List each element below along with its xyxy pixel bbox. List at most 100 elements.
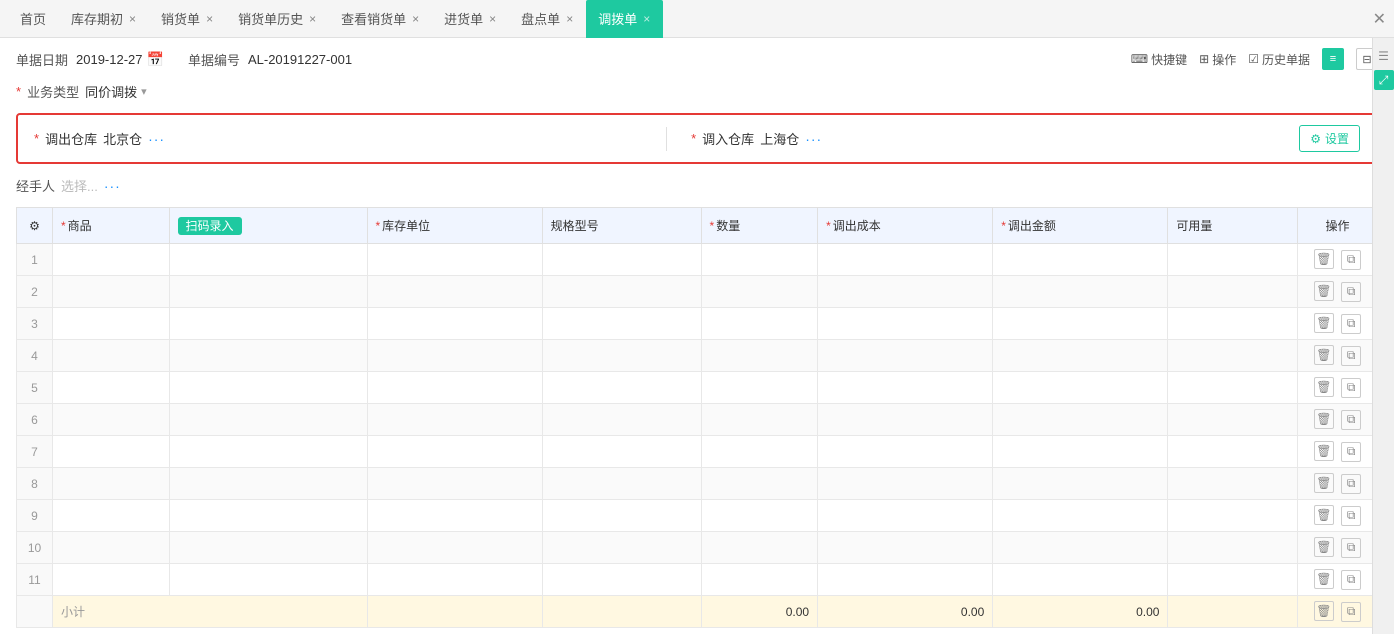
tab-sales-history[interactable]: 销货单历史× — [226, 0, 329, 38]
copy-icon-4[interactable]: ⧉ — [1341, 346, 1361, 366]
cell-unit-10[interactable] — [367, 532, 542, 564]
shortcuts-btn[interactable]: ⌨ 快捷键 — [1131, 51, 1187, 68]
cell-spec-3[interactable] — [542, 308, 701, 340]
cell-cost-8[interactable] — [818, 468, 993, 500]
tab-sales-order[interactable]: 销货单× — [149, 0, 226, 38]
cell-unit-1[interactable] — [367, 244, 542, 276]
cell-amount-11[interactable] — [993, 564, 1168, 596]
cell-qty-1[interactable] — [701, 244, 818, 276]
cell-cost-10[interactable] — [818, 532, 993, 564]
chevron-down-icon[interactable]: ▾ — [141, 85, 147, 98]
delete-icon-11[interactable]: 🗑 — [1314, 569, 1334, 589]
tab-inventory-check[interactable]: 盘点单× — [509, 0, 586, 38]
cell-amount-4[interactable] — [993, 340, 1168, 372]
cell-product-7[interactable] — [53, 436, 170, 468]
cell-spec-8[interactable] — [542, 468, 701, 500]
delete-icon-3[interactable]: 🗑 — [1314, 313, 1334, 333]
history-btn[interactable]: ☑ 历史单据 — [1248, 51, 1310, 68]
scan-button[interactable]: 扫码录入 — [178, 217, 242, 235]
tab-close-purchase-order[interactable]: × — [489, 12, 496, 26]
copy-icon-5[interactable]: ⧉ — [1341, 378, 1361, 398]
warehouse-in-value[interactable]: 上海仓 — [760, 129, 799, 148]
business-type-value[interactable]: 同价调拨 ▾ — [85, 82, 147, 101]
cell-amount-1[interactable] — [993, 244, 1168, 276]
cell-available-7[interactable] — [1168, 436, 1298, 468]
cell-available-11[interactable] — [1168, 564, 1298, 596]
tab-transfer-order[interactable]: 调拨单× — [586, 0, 663, 38]
copy-icon-9[interactable]: ⧉ — [1341, 506, 1361, 526]
cell-cost-5[interactable] — [818, 372, 993, 404]
cell-product-4[interactable] — [53, 340, 170, 372]
cell-cost-9[interactable] — [818, 500, 993, 532]
cell-unit-7[interactable] — [367, 436, 542, 468]
cell-amount-3[interactable] — [993, 308, 1168, 340]
cell-product-9[interactable] — [53, 500, 170, 532]
cell-spec-2[interactable] — [542, 276, 701, 308]
copy-icon-8[interactable]: ⧉ — [1341, 474, 1361, 494]
tab-close-transfer-order[interactable]: × — [643, 12, 650, 26]
tab-close-inventory-check[interactable]: × — [566, 12, 573, 26]
cell-qty-4[interactable] — [701, 340, 818, 372]
cell-cost-1[interactable] — [818, 244, 993, 276]
cell-spec-4[interactable] — [542, 340, 701, 372]
cell-spec-11[interactable] — [542, 564, 701, 596]
warehouse-in-more-btn[interactable]: ··· — [805, 131, 822, 147]
delete-icon-6[interactable]: 🗑 — [1314, 409, 1334, 429]
cell-available-5[interactable] — [1168, 372, 1298, 404]
cell-available-1[interactable] — [1168, 244, 1298, 276]
copy-icon-7[interactable]: ⧉ — [1341, 442, 1361, 462]
cell-qty-6[interactable] — [701, 404, 818, 436]
cell-cost-11[interactable] — [818, 564, 993, 596]
cell-available-9[interactable] — [1168, 500, 1298, 532]
cell-qty-5[interactable] — [701, 372, 818, 404]
cell-cost-2[interactable] — [818, 276, 993, 308]
cell-amount-10[interactable] — [993, 532, 1168, 564]
cell-available-8[interactable] — [1168, 468, 1298, 500]
sidebar-expand-icon[interactable]: ⤢ — [1374, 70, 1394, 90]
cell-product-6[interactable] — [53, 404, 170, 436]
cell-unit-3[interactable] — [367, 308, 542, 340]
tab-close-sales-history[interactable]: × — [309, 12, 316, 26]
delete-icon-10[interactable]: 🗑 — [1314, 537, 1334, 557]
delete-icon-5[interactable]: 🗑 — [1314, 377, 1334, 397]
tab-view-sales[interactable]: 查看销货单× — [329, 0, 432, 38]
cell-spec-10[interactable] — [542, 532, 701, 564]
tab-home[interactable]: 首页 — [8, 0, 59, 38]
cell-spec-9[interactable] — [542, 500, 701, 532]
cell-qty-9[interactable] — [701, 500, 818, 532]
cell-amount-5[interactable] — [993, 372, 1168, 404]
cell-product-11[interactable] — [53, 564, 170, 596]
tab-close-sales-order[interactable]: × — [206, 12, 213, 26]
cell-unit-6[interactable] — [367, 404, 542, 436]
cell-amount-2[interactable] — [993, 276, 1168, 308]
cell-unit-9[interactable] — [367, 500, 542, 532]
delete-icon-8[interactable]: 🗑 — [1314, 473, 1334, 493]
copy-icon-1[interactable]: ⧉ — [1341, 250, 1361, 270]
warehouse-out-more-btn[interactable]: ··· — [148, 131, 165, 147]
cell-product-2[interactable] — [53, 276, 170, 308]
cell-unit-4[interactable] — [367, 340, 542, 372]
cell-product-10[interactable] — [53, 532, 170, 564]
cell-product-8[interactable] — [53, 468, 170, 500]
cell-available-10[interactable] — [1168, 532, 1298, 564]
cell-product-3[interactable] — [53, 308, 170, 340]
operator-more-btn[interactable]: ··· — [104, 178, 121, 194]
th-gear[interactable]: ⚙ — [17, 208, 53, 244]
cell-cost-7[interactable] — [818, 436, 993, 468]
subtotal-delete-icon[interactable]: 🗑 — [1314, 601, 1334, 621]
cell-qty-3[interactable] — [701, 308, 818, 340]
tab-purchase-order[interactable]: 进货单× — [432, 0, 509, 38]
cell-available-3[interactable] — [1168, 308, 1298, 340]
calendar-icon[interactable]: 📅 — [147, 51, 164, 68]
delete-icon-7[interactable]: 🗑 — [1314, 441, 1334, 461]
copy-icon-11[interactable]: ⧉ — [1341, 570, 1361, 590]
cell-qty-10[interactable] — [701, 532, 818, 564]
cell-amount-7[interactable] — [993, 436, 1168, 468]
tab-close-inventory-init[interactable]: × — [129, 12, 136, 26]
delete-icon-2[interactable]: 🗑 — [1314, 281, 1334, 301]
cell-cost-3[interactable] — [818, 308, 993, 340]
delete-icon-9[interactable]: 🗑 — [1314, 505, 1334, 525]
sidebar-list-icon[interactable]: ☰ — [1374, 46, 1394, 66]
cell-spec-7[interactable] — [542, 436, 701, 468]
layout-list-btn[interactable]: ≡ — [1322, 48, 1344, 70]
